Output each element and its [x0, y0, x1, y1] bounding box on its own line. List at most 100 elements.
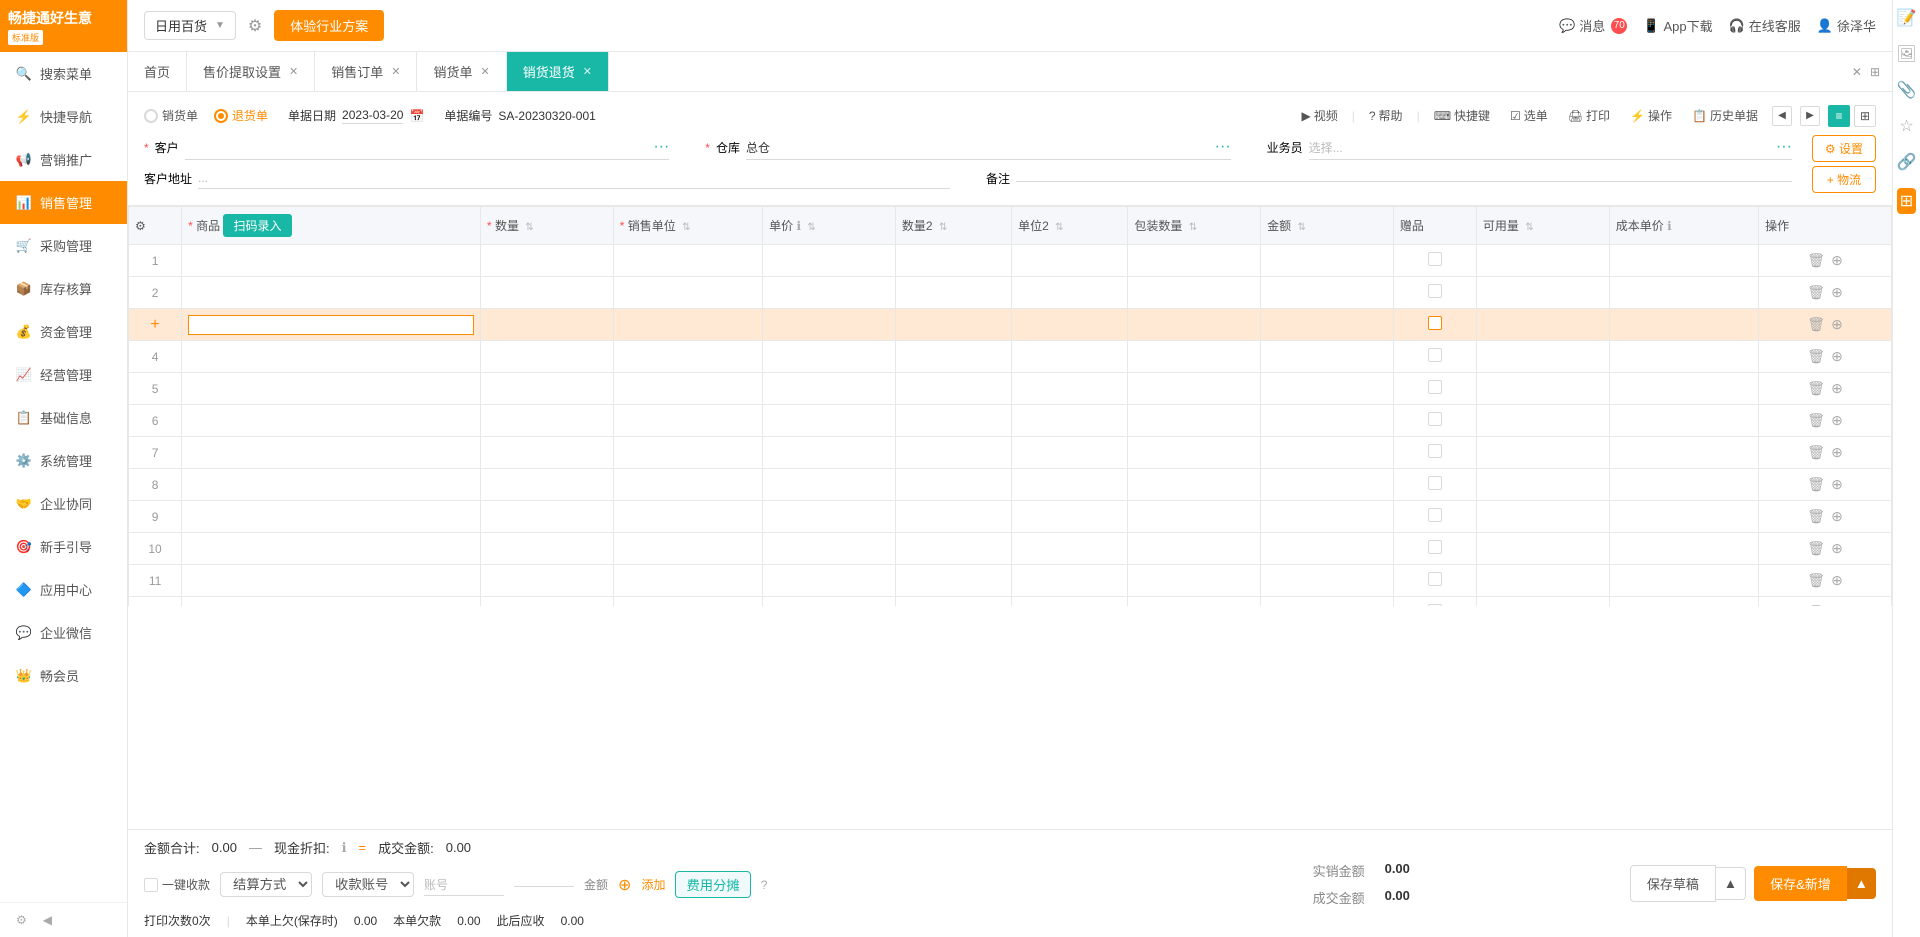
delete-row-icon[interactable]: 🗑	[1807, 316, 1825, 333]
add-row-icon[interactable]: +	[150, 316, 159, 333]
copy-row-icon[interactable]: ⊕	[1831, 316, 1843, 333]
tab-sale-price[interactable]: 售价提取设置 ✕	[187, 52, 315, 91]
sidebar-item-basic[interactable]: 📋 基础信息	[0, 396, 127, 439]
image-icon[interactable]: 🖼	[1896, 44, 1916, 64]
copy-row-icon[interactable]: ⊕	[1831, 444, 1843, 461]
sidebar-item-apps[interactable]: 🔷 应用中心	[0, 568, 127, 611]
gift-checkbox[interactable]	[1428, 412, 1442, 426]
warehouse-input[interactable]: 总仓 ···	[746, 135, 1231, 160]
sidebar-item-guide[interactable]: 🎯 新手引导	[0, 525, 127, 568]
settings-icon[interactable]: ⚙	[16, 913, 27, 927]
customer-lookup-icon[interactable]: ···	[653, 138, 669, 156]
gift-checkbox[interactable]	[1428, 540, 1442, 554]
delete-row-icon[interactable]: 🗑	[1807, 444, 1825, 461]
unit-cell[interactable]	[613, 245, 762, 277]
price-cell[interactable]	[763, 277, 896, 309]
prev-doc-icon[interactable]: ◀	[1772, 106, 1792, 126]
copy-row-icon[interactable]: ⊕	[1831, 412, 1843, 429]
sort-icon[interactable]: ⇅	[1189, 222, 1197, 233]
sidebar-item-inventory[interactable]: 📦 库存核算	[0, 267, 127, 310]
calendar-icon[interactable]: 📅	[409, 109, 424, 123]
note-icon[interactable]: 📝	[1897, 8, 1917, 28]
sort-icon[interactable]: ⇅	[939, 222, 947, 233]
unit2-cell[interactable]	[1012, 277, 1128, 309]
gift-checkbox[interactable]	[1428, 252, 1442, 266]
shortcut-button[interactable]: ⌨ 快捷键	[1428, 104, 1496, 127]
staff-lookup-icon[interactable]: ···	[1776, 138, 1792, 156]
user-menu[interactable]: 👤 徐泽华	[1817, 16, 1876, 35]
delete-row-icon[interactable]: 🗑	[1807, 348, 1825, 365]
tab-close-icon[interactable]: ✕	[481, 65, 490, 78]
note-input[interactable]	[1016, 175, 1792, 182]
sort-icon[interactable]: ⇅	[525, 222, 533, 233]
gift-checkbox[interactable]	[1428, 284, 1442, 298]
delete-row-icon[interactable]: 🗑	[1807, 252, 1825, 269]
pack-cell[interactable]	[1128, 245, 1261, 277]
sidebar-item-enterprise[interactable]: 🤝 企业协同	[0, 482, 127, 525]
delete-row-icon[interactable]: 🗑	[1807, 380, 1825, 397]
radio-delivery[interactable]: 销货单	[144, 107, 198, 124]
fee-split-button[interactable]: 费用分摊	[675, 871, 750, 898]
account-select[interactable]: 收款账号	[322, 872, 414, 897]
sort-icon[interactable]: ⇅	[682, 222, 690, 233]
gift-checkbox[interactable]	[1428, 476, 1442, 490]
print-button[interactable]: 🖨 打印	[1562, 104, 1616, 127]
operation-button[interactable]: ⚡ 操作	[1624, 104, 1678, 127]
address-input[interactable]: ...	[198, 168, 950, 189]
avail-cell[interactable]	[1476, 277, 1609, 309]
delete-row-icon[interactable]: 🗑	[1807, 540, 1825, 557]
copy-row-icon[interactable]: ⊕	[1831, 252, 1843, 269]
unit-cell[interactable]	[613, 309, 762, 341]
copy-row-icon[interactable]: ⊕	[1831, 380, 1843, 397]
pack-cell[interactable]	[1128, 277, 1261, 309]
tab-close-all-icon[interactable]: ✕	[1852, 65, 1862, 79]
save-new-button[interactable]: 保存&新增	[1754, 866, 1847, 901]
delete-row-icon[interactable]: 🗑	[1807, 604, 1825, 606]
settlement-method-select[interactable]: 结算方式	[220, 872, 312, 897]
unit2-cell[interactable]	[1012, 309, 1128, 341]
copy-row-icon[interactable]: ⊕	[1831, 284, 1843, 301]
cash-discount-info-icon[interactable]: ℹ	[342, 840, 347, 856]
collapse-icon[interactable]: ◀	[43, 913, 52, 927]
amount-cell[interactable]	[1261, 309, 1394, 341]
gift-checkbox[interactable]	[1428, 444, 1442, 458]
gift-checkbox[interactable]	[1428, 316, 1442, 330]
copy-row-icon[interactable]: ⊕	[1831, 348, 1843, 365]
sort-icon[interactable]: ⇅	[807, 222, 815, 233]
amount-cell[interactable]	[1261, 245, 1394, 277]
delete-row-icon[interactable]: 🗑	[1807, 572, 1825, 589]
avail-cell[interactable]	[1476, 245, 1609, 277]
link-icon[interactable]: 🔗	[1897, 152, 1917, 172]
sidebar-item-operations[interactable]: 📈 经营管理	[0, 353, 127, 396]
warehouse-lookup-icon[interactable]: ···	[1215, 138, 1231, 156]
copy-row-icon[interactable]: ⊕	[1831, 476, 1843, 493]
tab-close-icon[interactable]: ✕	[289, 65, 298, 78]
copy-row-icon[interactable]: ⊕	[1831, 508, 1843, 525]
sidebar-item-marketing[interactable]: 📢 营销推广	[0, 138, 127, 181]
price-cell[interactable]	[763, 309, 896, 341]
delete-row-icon[interactable]: 🗑	[1807, 412, 1825, 429]
sort-icon[interactable]: ⇅	[1525, 222, 1533, 233]
sidebar-item-system[interactable]: ⚙️ 系统管理	[0, 439, 127, 482]
attachment-icon[interactable]: 📎	[1897, 80, 1917, 100]
radio-return[interactable]: 退货单	[214, 107, 268, 124]
gift-checkbox[interactable]	[1428, 572, 1442, 586]
sidebar-item-search[interactable]: 🔍 搜索菜单	[0, 52, 127, 95]
date-value[interactable]: 2023-03-20	[342, 108, 403, 124]
delete-row-icon[interactable]: 🗑	[1807, 284, 1825, 301]
account-placeholder[interactable]: 账号	[424, 874, 504, 896]
topbar-gear-icon[interactable]: ⚙	[248, 16, 262, 36]
sidebar-item-purchase[interactable]: 🛒 采购管理	[0, 224, 127, 267]
product-cell[interactable]	[182, 245, 481, 277]
tab-sale-return[interactable]: 销货退货 ✕	[507, 52, 609, 91]
unit2-cell[interactable]	[1012, 245, 1128, 277]
gift-checkbox[interactable]	[1428, 348, 1442, 362]
trial-button[interactable]: 体验行业方案	[274, 10, 384, 41]
scan-button[interactable]: 扫码录入	[223, 214, 291, 237]
amount-cell[interactable]	[1261, 277, 1394, 309]
sidebar-item-wechat[interactable]: 💬 企业微信	[0, 611, 127, 654]
product-cell[interactable]	[182, 309, 481, 341]
sidebar-item-member[interactable]: 👑 畅会员	[0, 654, 127, 697]
qty2-cell[interactable]	[895, 277, 1011, 309]
one-click-collect-checkbox[interactable]: 一键收款	[144, 876, 210, 893]
